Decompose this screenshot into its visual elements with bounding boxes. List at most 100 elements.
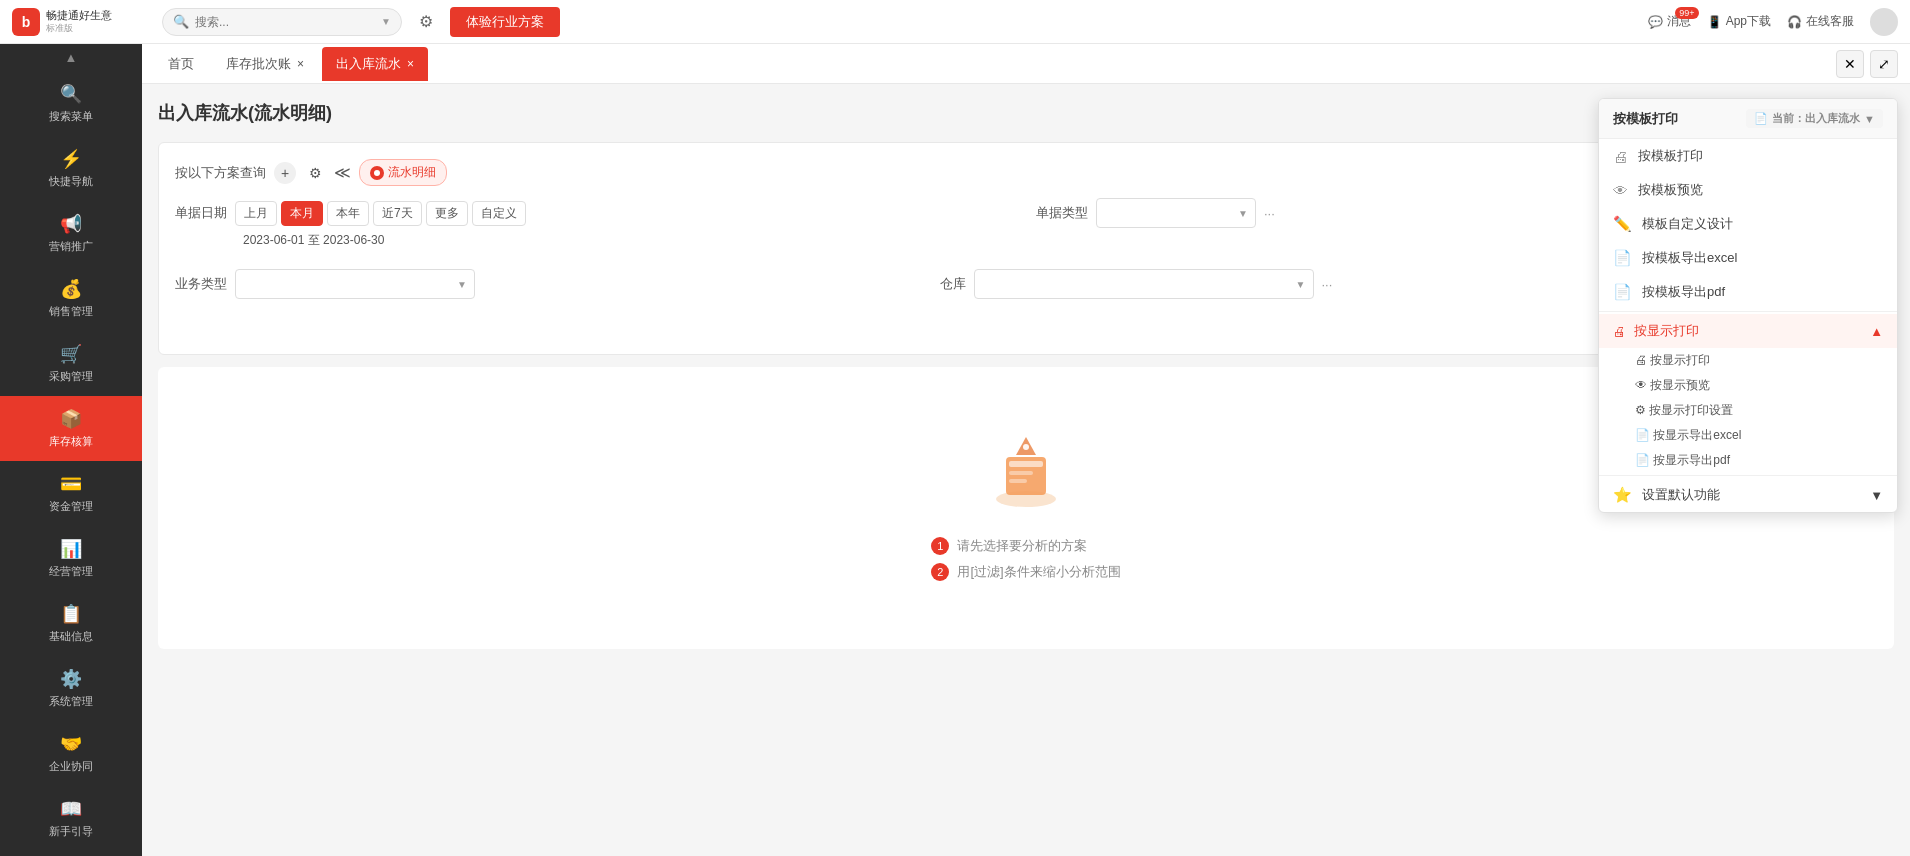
empty-icon [981, 427, 1071, 517]
sidebar-item-finance[interactable]: 💳 资金管理 [0, 461, 142, 526]
dropdown-display-print-section[interactable]: 🖨 按显示打印 ▲ [1599, 314, 1897, 348]
tab-close-all-button[interactable]: ✕ [1836, 50, 1864, 78]
search-bar[interactable]: 🔍 ▼ [162, 8, 402, 36]
quick-nav-icon: ⚡ [60, 148, 82, 170]
sidebar-item-inventory[interactable]: 📦 库存核算 [0, 396, 142, 461]
sidebar-item-guide[interactable]: 📖 新手引导 [0, 786, 142, 851]
sidebar-item-label: 经营管理 [49, 564, 93, 579]
dropdown-sub-display-print-setting[interactable]: ⚙ 按显示打印设置 [1599, 398, 1897, 423]
industry-button[interactable]: 体验行业方案 [450, 7, 560, 37]
current-icon: 📄 [1754, 112, 1768, 125]
search-icon: 🔍 [173, 14, 189, 29]
sidebar-item-marketing[interactable]: 📢 营销推广 [0, 201, 142, 266]
tab-batch-account-label: 库存批次账 [226, 55, 291, 73]
tab-batch-account-close[interactable]: × [297, 57, 304, 71]
dropdown-item-template-pdf[interactable]: 📄 按模板导出pdf [1599, 275, 1897, 309]
warehouse-more-icon[interactable]: ··· [1322, 277, 1333, 292]
sidebar-item-search[interactable]: 🔍 搜索菜单 [0, 71, 142, 136]
filter-biz-type-field: 业务类型 ▼ [175, 269, 920, 299]
dropdown-item-set-default[interactable]: ⭐ 设置默认功能 ▼ [1599, 478, 1897, 512]
message-icon: 💬 [1648, 15, 1663, 29]
step-num-1: 1 [931, 537, 949, 555]
biz-type-select[interactable] [235, 269, 475, 299]
sidebar-item-sales[interactable]: 💰 销售管理 [0, 266, 142, 331]
sidebar-item-label: 库存核算 [49, 434, 93, 449]
app-download-button[interactable]: 📱 App下载 [1707, 13, 1771, 30]
sidebar-item-system[interactable]: ⚙️ 系统管理 [0, 656, 142, 721]
tab-flow-close[interactable]: × [407, 57, 414, 71]
sidebar-item-quick-nav[interactable]: ⚡ 快捷导航 [0, 136, 142, 201]
display-print-section-icon: 🖨 [1613, 324, 1626, 339]
svg-point-7 [1023, 444, 1029, 450]
message-button[interactable]: 💬 消息 99+ [1648, 13, 1691, 30]
dropdown-sub-display-print[interactable]: 🖨 按显示打印 [1599, 348, 1897, 373]
tab-expand-button[interactable]: ⤢ [1870, 50, 1898, 78]
basic-icon: 📋 [60, 603, 82, 625]
excel-icon: 📄 [1613, 249, 1632, 267]
dropdown-sub-label: 按显示导出excel [1653, 428, 1741, 442]
filter-collapse-button[interactable]: ≪ [334, 163, 351, 182]
sidebar-item-basic[interactable]: 📋 基础信息 [0, 591, 142, 656]
sub-pdf-icon: 📄 [1635, 453, 1653, 467]
gear-button[interactable]: ⚙ [412, 8, 440, 36]
date-custom-button[interactable]: 自定义 [472, 201, 526, 226]
online-service-label: 在线客服 [1806, 13, 1854, 30]
tab-flow-label: 出入库流水 [336, 55, 401, 73]
sub-print-icon: 🖨 [1635, 353, 1650, 367]
doc-type-select-wrapper: ▼ [1096, 198, 1256, 228]
sidebar-item-app-center[interactable]: 🎯 应用中心 [0, 851, 142, 856]
dropdown-item-label: 按模板导出pdf [1642, 283, 1725, 301]
display-print-section-label: 按显示打印 [1634, 322, 1699, 340]
date-this-year-button[interactable]: 本年 [327, 201, 369, 226]
sidebar-item-label: 基础信息 [49, 629, 93, 644]
filter-setting-button[interactable]: ⚙ [304, 162, 326, 184]
active-filter-chip: 流水明细 [359, 159, 447, 186]
dropdown-divider [1599, 311, 1897, 312]
dropdown-sub-display-excel[interactable]: 📄 按显示导出excel [1599, 423, 1897, 448]
dropdown-sub-display-preview[interactable]: 👁 按显示预览 [1599, 373, 1897, 398]
dropdown-item-template-excel[interactable]: 📄 按模板导出excel [1599, 241, 1897, 275]
search-input[interactable] [195, 15, 375, 29]
filter-warehouse-label: 仓库 [940, 275, 966, 293]
sales-icon: 💰 [60, 278, 82, 300]
logo-area: b 畅捷通好生意 标准版 [12, 8, 152, 36]
tab-batch-account[interactable]: 库存批次账 × [212, 47, 318, 81]
warehouse-select[interactable] [974, 269, 1314, 299]
filter-add-button[interactable]: + [274, 162, 296, 184]
app-download-label: App下载 [1726, 13, 1771, 30]
sidebar-item-operation[interactable]: 📊 经营管理 [0, 526, 142, 591]
doc-type-more-icon[interactable]: ··· [1264, 206, 1275, 221]
user-avatar[interactable] [1870, 8, 1898, 36]
top-bar: b 畅捷通好生意 标准版 🔍 ▼ ⚙ 体验行业方案 💬 消息 99+ 📱 App… [0, 0, 1910, 44]
tab-home[interactable]: 首页 [154, 47, 208, 81]
biz-type-select-wrapper: ▼ [235, 269, 475, 299]
logo-text: 畅捷通好生意 [46, 8, 112, 22]
dropdown-item-template-custom[interactable]: ✏️ 模板自定义设计 [1599, 207, 1897, 241]
date-last-7-days-button[interactable]: 近7天 [373, 201, 422, 226]
dropdown-item-label: 模板自定义设计 [1642, 215, 1733, 233]
sidebar: ▲ 🔍 搜索菜单 ⚡ 快捷导航 📢 营销推广 💰 销售管理 🛒 采购管理 📦 库… [0, 44, 142, 856]
svg-point-0 [374, 170, 380, 176]
svg-rect-4 [1009, 471, 1033, 475]
doc-type-select[interactable] [1096, 198, 1256, 228]
dropdown-sub-display-pdf[interactable]: 📄 按显示导出pdf [1599, 448, 1897, 473]
dropdown-panel: 按模板打印 📄 当前：出入库流水 ▼ 🖨 按模板打印 👁 按模板预览 ✏️ 模板… [1598, 98, 1898, 513]
sidebar-scroll-up[interactable]: ▲ [0, 44, 142, 71]
date-this-month-button[interactable]: 本月 [281, 201, 323, 226]
search-menu-icon: 🔍 [60, 83, 82, 105]
dropdown-header: 按模板打印 📄 当前：出入库流水 ▼ [1599, 99, 1897, 139]
empty-step-1: 1 请先选择要分析的方案 [931, 537, 1120, 555]
pdf-icon: 📄 [1613, 283, 1632, 301]
sidebar-item-cooperation[interactable]: 🤝 企业协同 [0, 721, 142, 786]
sidebar-item-label: 采购管理 [49, 369, 93, 384]
online-service-button[interactable]: 🎧 在线客服 [1787, 13, 1854, 30]
dropdown-item-template-print[interactable]: 🖨 按模板打印 [1599, 139, 1897, 173]
date-last-month-button[interactable]: 上月 [235, 201, 277, 226]
date-more-button[interactable]: 更多 [426, 201, 468, 226]
logo-badge: 标准版 [46, 22, 112, 35]
dropdown-item-template-preview[interactable]: 👁 按模板预览 [1599, 173, 1897, 207]
tab-flow[interactable]: 出入库流水 × [322, 47, 428, 81]
dropdown-item-label: 按模板导出excel [1642, 249, 1737, 267]
dropdown-sub-label: 按显示导出pdf [1653, 453, 1730, 467]
sidebar-item-purchase[interactable]: 🛒 采购管理 [0, 331, 142, 396]
